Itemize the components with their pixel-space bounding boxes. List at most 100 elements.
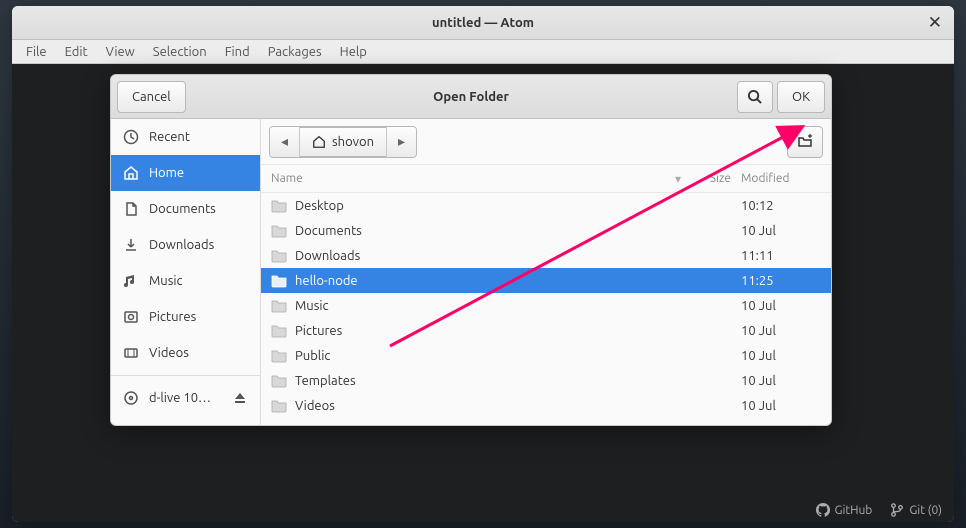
titlebar: untitled — Atom ✕	[12, 6, 954, 40]
file-row[interactable]: Documents 10 Jul	[261, 218, 831, 243]
open-folder-dialog: Cancel Open Folder OK Recent	[110, 74, 832, 426]
sidebar-item-videos[interactable]: Videos	[111, 335, 260, 371]
sidebar-item-home[interactable]: Home	[111, 155, 260, 191]
column-size[interactable]: Size	[681, 172, 741, 185]
search-button[interactable]	[737, 81, 773, 113]
sidebar-item-label: Home	[149, 166, 184, 180]
sidebar-item-label: d-live 10…	[149, 391, 211, 405]
home-icon	[312, 135, 326, 149]
file-modified: 10 Jul	[741, 374, 821, 388]
file-modified: 10 Jul	[741, 324, 821, 338]
file-name: Desktop	[295, 199, 344, 213]
dialog-header: Cancel Open Folder OK	[111, 75, 831, 119]
videos-icon	[123, 345, 139, 361]
statusbar: GitHub Git (0)	[12, 498, 954, 522]
app-window: untitled — Atom ✕ File Edit View Selecti…	[12, 6, 954, 522]
column-modified[interactable]: Modified	[741, 172, 821, 185]
nav-back-button[interactable]: ◂	[270, 127, 300, 157]
file-name: hello-node	[295, 274, 358, 288]
places-sidebar: Recent Home Documents Downloads	[111, 119, 261, 425]
file-modified: 11:25	[741, 274, 821, 288]
sidebar-item-documents[interactable]: Documents	[111, 191, 260, 227]
file-name: Templates	[295, 374, 356, 388]
breadcrumb-current[interactable]: shovon	[300, 127, 386, 157]
file-name: Documents	[295, 224, 362, 238]
folder-icon	[271, 249, 287, 263]
ok-button[interactable]: OK	[777, 81, 825, 113]
dialog-body: Recent Home Documents Downloads	[111, 119, 831, 425]
file-modified: 10 Jul	[741, 224, 821, 238]
status-git-label: Git (0)	[909, 504, 942, 517]
file-row[interactable]: Downloads 11:11	[261, 243, 831, 268]
file-row[interactable]: Videos 10 Jul	[261, 393, 831, 418]
clock-icon	[123, 129, 139, 145]
path-nav: ◂ shovon ▸	[269, 126, 417, 158]
pictures-icon	[123, 309, 139, 325]
sidebar-item-label: Downloads	[149, 238, 214, 252]
home-icon	[123, 165, 139, 181]
menu-file[interactable]: File	[18, 42, 55, 62]
menu-help[interactable]: Help	[332, 42, 375, 62]
menu-find[interactable]: Find	[217, 42, 258, 62]
cancel-button[interactable]: Cancel	[117, 81, 186, 113]
sidebar-item-label: Documents	[149, 202, 216, 216]
file-row[interactable]: Templates 10 Jul	[261, 368, 831, 393]
file-row[interactable]: hello-node 11:25	[261, 268, 831, 293]
column-name[interactable]: Name▾	[271, 172, 681, 186]
sidebar-item-music[interactable]: Music	[111, 263, 260, 299]
file-row[interactable]: Public10 Jul	[261, 343, 831, 368]
file-modified: 10 Jul	[741, 299, 821, 313]
status-github-label: GitHub	[835, 504, 873, 517]
file-modified: 10 Jul	[741, 399, 821, 413]
sidebar-item-label: Videos	[149, 346, 189, 360]
new-folder-icon	[797, 134, 813, 150]
folder-icon	[271, 399, 287, 413]
file-modified: 10 Jul	[741, 349, 821, 363]
folder-icon	[271, 299, 287, 313]
file-row[interactable]: Music 10 Jul	[261, 293, 831, 318]
sidebar-item-label: Music	[149, 274, 183, 288]
nav-forward-button[interactable]: ▸	[386, 127, 416, 157]
git-branch-icon	[890, 503, 904, 517]
main-pane: ◂ shovon ▸	[261, 119, 831, 425]
dialog-title: Open Folder	[433, 90, 509, 104]
folder-icon	[271, 199, 287, 213]
music-icon	[123, 273, 139, 289]
documents-icon	[123, 201, 139, 217]
menu-selection[interactable]: Selection	[145, 42, 215, 62]
sidebar-item-label: Recent	[149, 130, 190, 144]
eject-icon[interactable]	[232, 390, 248, 406]
folder-icon	[271, 374, 287, 388]
folder-icon	[271, 324, 287, 338]
menu-packages[interactable]: Packages	[260, 42, 330, 62]
github-icon	[816, 503, 830, 517]
sidebar-item-recent[interactable]: Recent	[111, 119, 260, 155]
new-folder-button[interactable]	[787, 126, 823, 158]
file-name: Downloads	[295, 249, 360, 263]
file-row[interactable]: Pictures10 Jul	[261, 318, 831, 343]
file-modified: 11:11	[741, 249, 821, 263]
sidebar-item-downloads[interactable]: Downloads	[111, 227, 260, 263]
breadcrumb-label: shovon	[332, 135, 374, 149]
path-bar: ◂ shovon ▸	[261, 119, 831, 165]
close-icon[interactable]: ✕	[928, 13, 942, 33]
status-git[interactable]: Git (0)	[890, 503, 942, 517]
file-name: Videos	[295, 399, 335, 413]
list-header: Name▾ Size Modified	[261, 165, 831, 193]
downloads-icon	[123, 237, 139, 253]
menu-view[interactable]: View	[98, 42, 143, 62]
file-name: Music	[295, 299, 329, 313]
editor-area: Cancel Open Folder OK Recent	[12, 64, 954, 498]
menubar: File Edit View Selection Find Packages H…	[12, 40, 954, 64]
titlebar-title: untitled — Atom	[432, 16, 534, 30]
sidebar-item-volume[interactable]: d-live 10…	[111, 380, 260, 416]
disc-icon	[123, 390, 139, 406]
status-github[interactable]: GitHub	[816, 503, 873, 517]
file-list[interactable]: Name▾ Size Modified Desktop10:12Document…	[261, 165, 831, 425]
search-icon	[747, 89, 762, 104]
sidebar-item-label: Pictures	[149, 310, 196, 324]
sidebar-item-pictures[interactable]: Pictures	[111, 299, 260, 335]
file-row[interactable]: Desktop10:12	[261, 193, 831, 218]
folder-icon	[271, 274, 287, 288]
menu-edit[interactable]: Edit	[57, 42, 96, 62]
